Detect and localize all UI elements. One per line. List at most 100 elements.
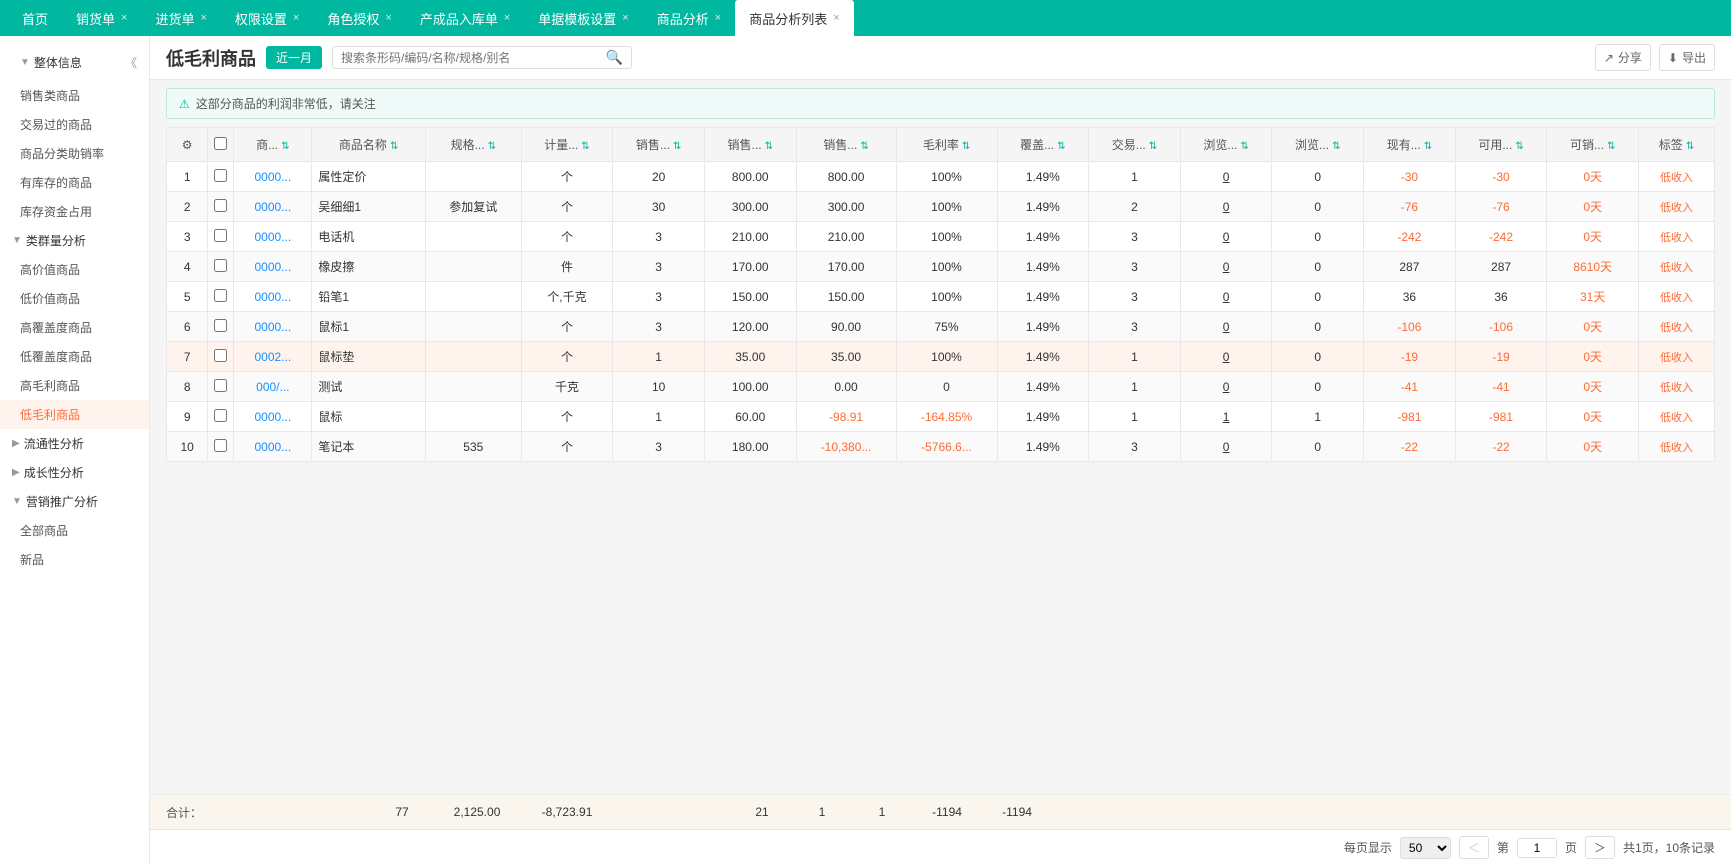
row-checkbox-cell[interactable] bbox=[208, 252, 234, 282]
th-code[interactable]: 商...⇅ bbox=[234, 128, 312, 162]
th-sales-amount[interactable]: 销售...⇅ bbox=[704, 128, 796, 162]
th-tag[interactable]: 标签⇅ bbox=[1639, 128, 1715, 162]
sidebar-item-high-value[interactable]: 高价值商品 bbox=[0, 255, 149, 284]
sidebar-item-inventory-funds[interactable]: 库存资金占用 bbox=[0, 197, 149, 226]
views1-link[interactable]: 0 bbox=[1223, 230, 1230, 244]
sidebar-item-sales-products[interactable]: 销售类商品 bbox=[0, 81, 149, 110]
views1-link[interactable]: 0 bbox=[1223, 350, 1230, 364]
table-row: 3 0000... 电话机 个 3 210.00 210.00 100% 1.4… bbox=[167, 222, 1715, 252]
row-checkbox-cell[interactable] bbox=[208, 402, 234, 432]
row-checkbox-cell[interactable] bbox=[208, 282, 234, 312]
row-checkbox[interactable] bbox=[214, 379, 227, 392]
sidebar-group-growth[interactable]: ▶ 成长性分析 bbox=[0, 458, 149, 487]
sidebar-item-high-profit[interactable]: 高毛利商品 bbox=[0, 371, 149, 400]
nav-permissions[interactable]: 权限设置 × bbox=[221, 0, 313, 36]
row-checkbox-cell[interactable] bbox=[208, 372, 234, 402]
row-checkbox-cell[interactable] bbox=[208, 222, 234, 252]
row-checkbox[interactable] bbox=[214, 169, 227, 182]
nav-close-icon[interactable]: × bbox=[715, 12, 721, 24]
total-label: 合计： bbox=[166, 804, 202, 821]
nav-close-icon[interactable]: × bbox=[504, 12, 510, 24]
search-icon[interactable]: 🔍 bbox=[606, 49, 623, 66]
nav-close-icon[interactable]: × bbox=[385, 12, 391, 24]
views1-link[interactable]: 0 bbox=[1223, 320, 1230, 334]
nav-purchase[interactable]: 进货单 × bbox=[141, 0, 220, 36]
nav-close-icon[interactable]: × bbox=[622, 12, 628, 24]
sidebar-item-high-coverage[interactable]: 高覆盖度商品 bbox=[0, 313, 149, 342]
export-button[interactable]: ⬇ 导出 bbox=[1659, 44, 1715, 71]
sidebar-item-category-rate[interactable]: 商品分类助销率 bbox=[0, 139, 149, 168]
views1-link[interactable]: 0 bbox=[1223, 290, 1230, 304]
th-unit[interactable]: 计量...⇅ bbox=[521, 128, 613, 162]
row-checkbox-cell[interactable] bbox=[208, 162, 234, 192]
nav-sales[interactable]: 销货单 × bbox=[62, 0, 141, 36]
row-checkbox[interactable] bbox=[214, 259, 227, 272]
page-number-input[interactable] bbox=[1517, 838, 1557, 858]
th-spec[interactable]: 规格...⇅ bbox=[425, 128, 521, 162]
row-checkbox[interactable] bbox=[214, 439, 227, 452]
th-name[interactable]: 商品名称⇅ bbox=[312, 128, 426, 162]
sidebar-item-low-profit[interactable]: 低毛利商品 bbox=[0, 400, 149, 429]
nav-close-icon[interactable]: × bbox=[833, 12, 839, 24]
views1-link[interactable]: 0 bbox=[1223, 200, 1230, 214]
sidebar-group-flow[interactable]: ▶ 流通性分析 bbox=[0, 429, 149, 458]
sidebar-collapse-button[interactable]: 《 bbox=[121, 50, 141, 75]
th-trans-count[interactable]: 交易...⇅ bbox=[1089, 128, 1181, 162]
th-views1[interactable]: 浏览...⇅ bbox=[1180, 128, 1272, 162]
th-views2[interactable]: 浏览...⇅ bbox=[1272, 128, 1364, 162]
row-checkbox[interactable] bbox=[214, 349, 227, 362]
sidebar-group-overall[interactable]: ▼ 整体信息 bbox=[8, 48, 94, 77]
nav-close-icon[interactable]: × bbox=[293, 12, 299, 24]
th-settings[interactable]: ⚙ bbox=[167, 128, 208, 162]
row-checkbox[interactable] bbox=[214, 409, 227, 422]
page-size-select[interactable]: 50 20 100 bbox=[1400, 837, 1451, 859]
row-checkbox-cell[interactable] bbox=[208, 342, 234, 372]
share-button[interactable]: ↗ 分享 bbox=[1595, 44, 1651, 71]
sidebar-item-traded-products[interactable]: 交易过的商品 bbox=[0, 110, 149, 139]
sidebar-item-all-products[interactable]: 全部商品 bbox=[0, 516, 149, 545]
th-available-stock[interactable]: 可用...⇅ bbox=[1455, 128, 1547, 162]
nav-close-icon[interactable]: × bbox=[200, 12, 206, 24]
nav-product-analysis[interactable]: 商品分析 × bbox=[643, 0, 735, 36]
sidebar-item-low-value[interactable]: 低价值商品 bbox=[0, 284, 149, 313]
row-checkbox-cell[interactable] bbox=[208, 432, 234, 462]
row-checkbox[interactable] bbox=[214, 199, 227, 212]
nav-product-entry[interactable]: 产成品入库单 × bbox=[406, 0, 524, 36]
th-current-stock[interactable]: 现有...⇅ bbox=[1364, 128, 1456, 162]
row-checkbox[interactable] bbox=[214, 289, 227, 302]
th-gross-margin[interactable]: 毛利率⇅ bbox=[896, 128, 997, 162]
th-sales-profit[interactable]: 销售...⇅ bbox=[796, 128, 896, 162]
row-actions: 10 bbox=[167, 432, 208, 462]
sidebar-item-stocked-products[interactable]: 有库存的商品 bbox=[0, 168, 149, 197]
sidebar-group-marketing[interactable]: ▼ 营销推广分析 bbox=[0, 487, 149, 516]
row-checkbox[interactable] bbox=[214, 319, 227, 332]
sidebar-item-new-products[interactable]: 新品 bbox=[0, 545, 149, 574]
th-sellable-days[interactable]: 可销...⇅ bbox=[1547, 128, 1639, 162]
select-all-checkbox[interactable] bbox=[214, 137, 227, 150]
nav-roles[interactable]: 角色授权 × bbox=[313, 0, 405, 36]
nav-template[interactable]: 单据模板设置 × bbox=[524, 0, 642, 36]
views1-link[interactable]: 0 bbox=[1223, 440, 1230, 454]
row-checkbox[interactable] bbox=[214, 229, 227, 242]
views1-link[interactable]: 1 bbox=[1223, 410, 1230, 424]
views1-link[interactable]: 0 bbox=[1223, 260, 1230, 274]
sidebar-group-cluster[interactable]: ▼ 类群量分析 bbox=[0, 226, 149, 255]
prev-page-button[interactable]: ＜ bbox=[1459, 836, 1489, 859]
table-wrapper[interactable]: ⚙ 商...⇅ 商品名称⇅ 规格...⇅ 计量...⇅ 销售...⇅ 销售...… bbox=[150, 127, 1731, 794]
row-checkbox-cell[interactable] bbox=[208, 312, 234, 342]
next-page-button[interactable]: ＞ bbox=[1585, 836, 1615, 859]
views1-link[interactable]: 0 bbox=[1223, 380, 1230, 394]
th-coverage[interactable]: 覆盖...⇅ bbox=[997, 128, 1089, 162]
nav-close-icon[interactable]: × bbox=[121, 12, 127, 24]
row-sales-profit: -10,380... bbox=[796, 432, 896, 462]
views1-link[interactable]: 0 bbox=[1223, 170, 1230, 184]
nav-home[interactable]: 首页 bbox=[8, 0, 62, 36]
date-filter-button[interactable]: 近一月 bbox=[266, 46, 322, 69]
row-checkbox-cell[interactable] bbox=[208, 192, 234, 222]
nav-product-analysis-list[interactable]: 商品分析列表 × bbox=[735, 0, 853, 36]
page-title: 低毛利商品 bbox=[166, 45, 256, 71]
sidebar-item-low-coverage[interactable]: 低覆盖度商品 bbox=[0, 342, 149, 371]
row-coverage: 1.49% bbox=[997, 342, 1089, 372]
th-sales-qty[interactable]: 销售...⇅ bbox=[613, 128, 705, 162]
search-input[interactable] bbox=[341, 51, 606, 65]
